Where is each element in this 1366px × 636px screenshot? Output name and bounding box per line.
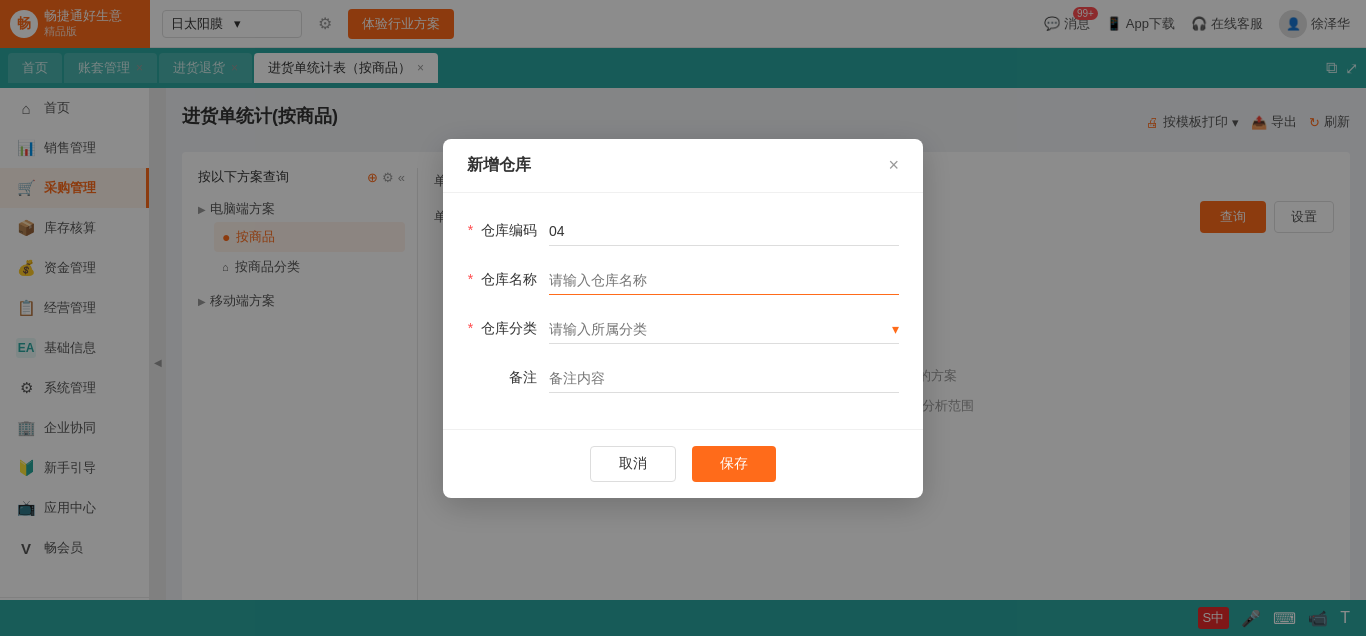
save-button[interactable]: 保存 (692, 446, 776, 482)
remark-input[interactable] (549, 364, 899, 393)
modal-new-warehouse: 新增仓库 × * 仓库编码 * 仓库名称 (443, 139, 923, 498)
form-row-name: * 仓库名称 (467, 266, 899, 295)
modal-close-icon[interactable]: × (888, 155, 899, 176)
modal-title: 新增仓库 (467, 155, 531, 176)
cancel-button[interactable]: 取消 (590, 446, 676, 482)
code-label: * 仓库编码 (467, 222, 537, 240)
form-row-code: * 仓库编码 (467, 217, 899, 246)
required-star-name: * (468, 271, 473, 287)
category-select[interactable]: ▾ (549, 315, 899, 344)
required-star-code: * (468, 222, 473, 238)
form-row-category: * 仓库分类 ▾ (467, 315, 899, 344)
code-input[interactable] (549, 217, 899, 246)
required-star-category: * (468, 320, 473, 336)
remark-label: 备注 (467, 369, 537, 387)
category-dropdown-icon[interactable]: ▾ (892, 321, 899, 337)
category-input[interactable] (549, 321, 892, 337)
modal-overlay: 新增仓库 × * 仓库编码 * 仓库名称 (0, 0, 1366, 636)
modal-header: 新增仓库 × (443, 139, 923, 193)
modal-body: * 仓库编码 * 仓库名称 * 仓库分类 (443, 193, 923, 429)
name-input[interactable] (549, 266, 899, 295)
category-label: * 仓库分类 (467, 320, 537, 338)
name-label: * 仓库名称 (467, 271, 537, 289)
form-row-remark: 备注 (467, 364, 899, 393)
modal-footer: 取消 保存 (443, 429, 923, 498)
